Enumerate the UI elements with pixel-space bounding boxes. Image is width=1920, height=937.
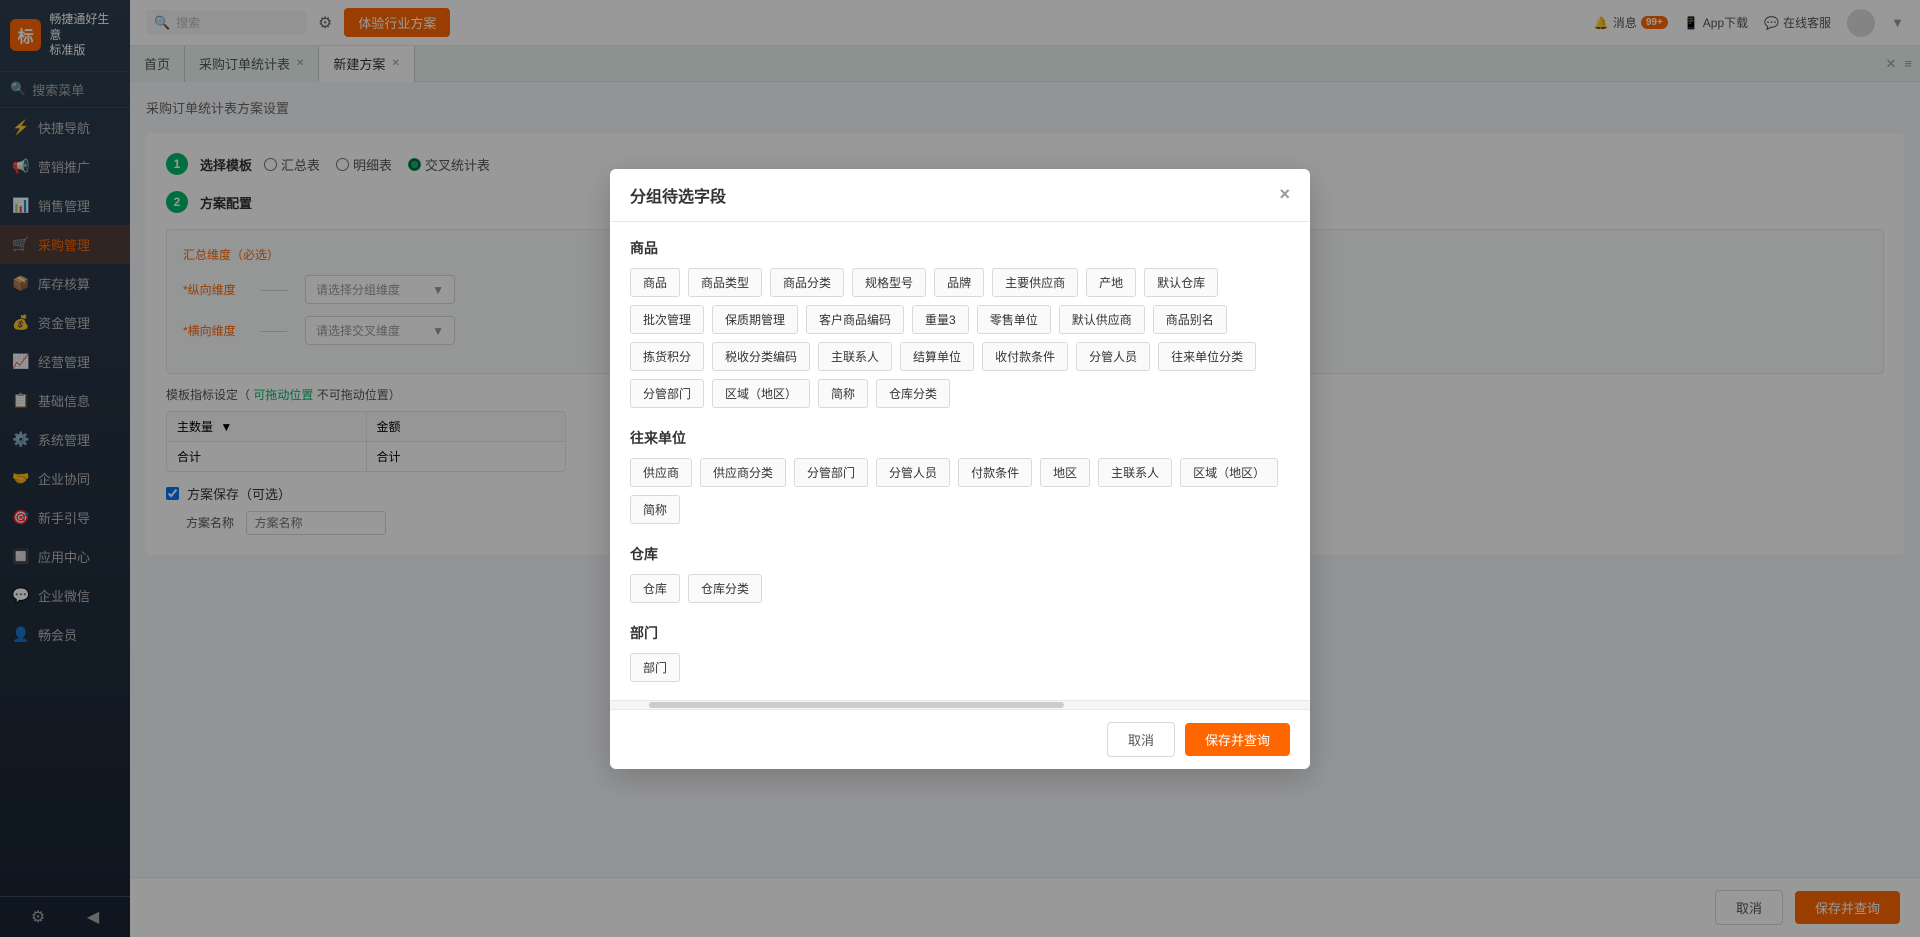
field-expiry-mgmt[interactable]: 保质期管理 <box>712 305 798 334</box>
modal-cancel-btn[interactable]: 取消 <box>1107 722 1175 757</box>
field-pick-score[interactable]: 拣货积分 <box>630 342 704 371</box>
field-supplier[interactable]: 供应商 <box>630 458 692 487</box>
field-supervisor[interactable]: 分管人员 <box>1076 342 1150 371</box>
field-partner-category[interactable]: 往来单位分类 <box>1158 342 1256 371</box>
field-batch-mgmt[interactable]: 批次管理 <box>630 305 704 334</box>
section-product: 商品 商品 商品类型 商品分类 规格型号 品牌 主要供应商 产地 默认仓库 批次… <box>630 238 1290 408</box>
field-product-category[interactable]: 商品分类 <box>770 268 844 297</box>
modal: 分组待选字段 × 商品 商品 商品类型 商品分类 规格型号 品牌 主要供应商 产… <box>610 169 1310 769</box>
field-payment-terms[interactable]: 收付款条件 <box>982 342 1068 371</box>
section-department: 部门 部门 <box>630 623 1290 682</box>
field-origin[interactable]: 产地 <box>1086 268 1136 297</box>
warehouse-fields: 仓库 仓库分类 <box>630 574 1290 603</box>
modal-body: 商品 商品 商品类型 商品分类 规格型号 品牌 主要供应商 产地 默认仓库 批次… <box>610 222 1310 700</box>
field-weight3[interactable]: 重量3 <box>912 305 969 334</box>
field-customer-code[interactable]: 客户商品编码 <box>806 305 904 334</box>
modal-hscroll-thumb <box>649 702 1064 708</box>
field-alias[interactable]: 商品别名 <box>1153 305 1227 334</box>
field-tax-code[interactable]: 税收分类编码 <box>712 342 810 371</box>
modal-title: 分组待选字段 <box>630 183 726 207</box>
field-department[interactable]: 部门 <box>630 653 680 682</box>
field-warehouse-cat[interactable]: 仓库分类 <box>688 574 762 603</box>
section-product-title: 商品 <box>630 238 1290 258</box>
product-fields: 商品 商品类型 商品分类 规格型号 品牌 主要供应商 产地 默认仓库 批次管理 … <box>630 268 1290 408</box>
field-product-type[interactable]: 商品类型 <box>688 268 762 297</box>
counterpart-fields: 供应商 供应商分类 分管部门 分管人员 付款条件 地区 主联系人 区域（地区） … <box>630 458 1290 524</box>
field-product[interactable]: 商品 <box>630 268 680 297</box>
modal-close-btn[interactable]: × <box>1279 184 1290 205</box>
field-region-product[interactable]: 区域（地区） <box>712 379 810 408</box>
section-counterpart: 往来单位 供应商 供应商分类 分管部门 分管人员 付款条件 地区 主联系人 区域… <box>630 428 1290 524</box>
field-main-supplier[interactable]: 主要供应商 <box>992 268 1078 297</box>
field-area[interactable]: 地区 <box>1040 458 1090 487</box>
field-warehouse-category[interactable]: 仓库分类 <box>876 379 950 408</box>
department-fields: 部门 <box>630 653 1290 682</box>
field-retail-unit[interactable]: 零售单位 <box>977 305 1051 334</box>
modal-header: 分组待选字段 × <box>610 169 1310 222</box>
field-region-cp[interactable]: 区域（地区） <box>1180 458 1278 487</box>
section-department-title: 部门 <box>630 623 1290 643</box>
section-counterpart-title: 往来单位 <box>630 428 1290 448</box>
field-dept-person[interactable]: 分管人员 <box>876 458 950 487</box>
field-short-name-product[interactable]: 简称 <box>818 379 868 408</box>
modal-overlay[interactable]: 分组待选字段 × 商品 商品 商品类型 商品分类 规格型号 品牌 主要供应商 产… <box>0 0 1920 937</box>
field-dept-mgmt[interactable]: 分管部门 <box>630 379 704 408</box>
field-main-contact[interactable]: 主联系人 <box>818 342 892 371</box>
field-default-supplier[interactable]: 默认供应商 <box>1059 305 1145 334</box>
field-default-warehouse[interactable]: 默认仓库 <box>1144 268 1218 297</box>
field-settle-unit[interactable]: 结算单位 <box>900 342 974 371</box>
section-warehouse-title: 仓库 <box>630 544 1290 564</box>
field-brand[interactable]: 品牌 <box>934 268 984 297</box>
section-warehouse: 仓库 仓库 仓库分类 <box>630 544 1290 603</box>
field-short-name-cp[interactable]: 简称 <box>630 495 680 524</box>
modal-horizontal-scrollbar[interactable] <box>610 700 1310 709</box>
field-main-contact-cp[interactable]: 主联系人 <box>1098 458 1172 487</box>
field-warehouse[interactable]: 仓库 <box>630 574 680 603</box>
field-spec-model[interactable]: 规格型号 <box>852 268 926 297</box>
field-supplier-category[interactable]: 供应商分类 <box>700 458 786 487</box>
field-payment-condition[interactable]: 付款条件 <box>958 458 1032 487</box>
modal-confirm-btn[interactable]: 保存并查询 <box>1185 723 1290 756</box>
field-dept[interactable]: 分管部门 <box>794 458 868 487</box>
modal-footer: 取消 保存并查询 <box>610 709 1310 769</box>
